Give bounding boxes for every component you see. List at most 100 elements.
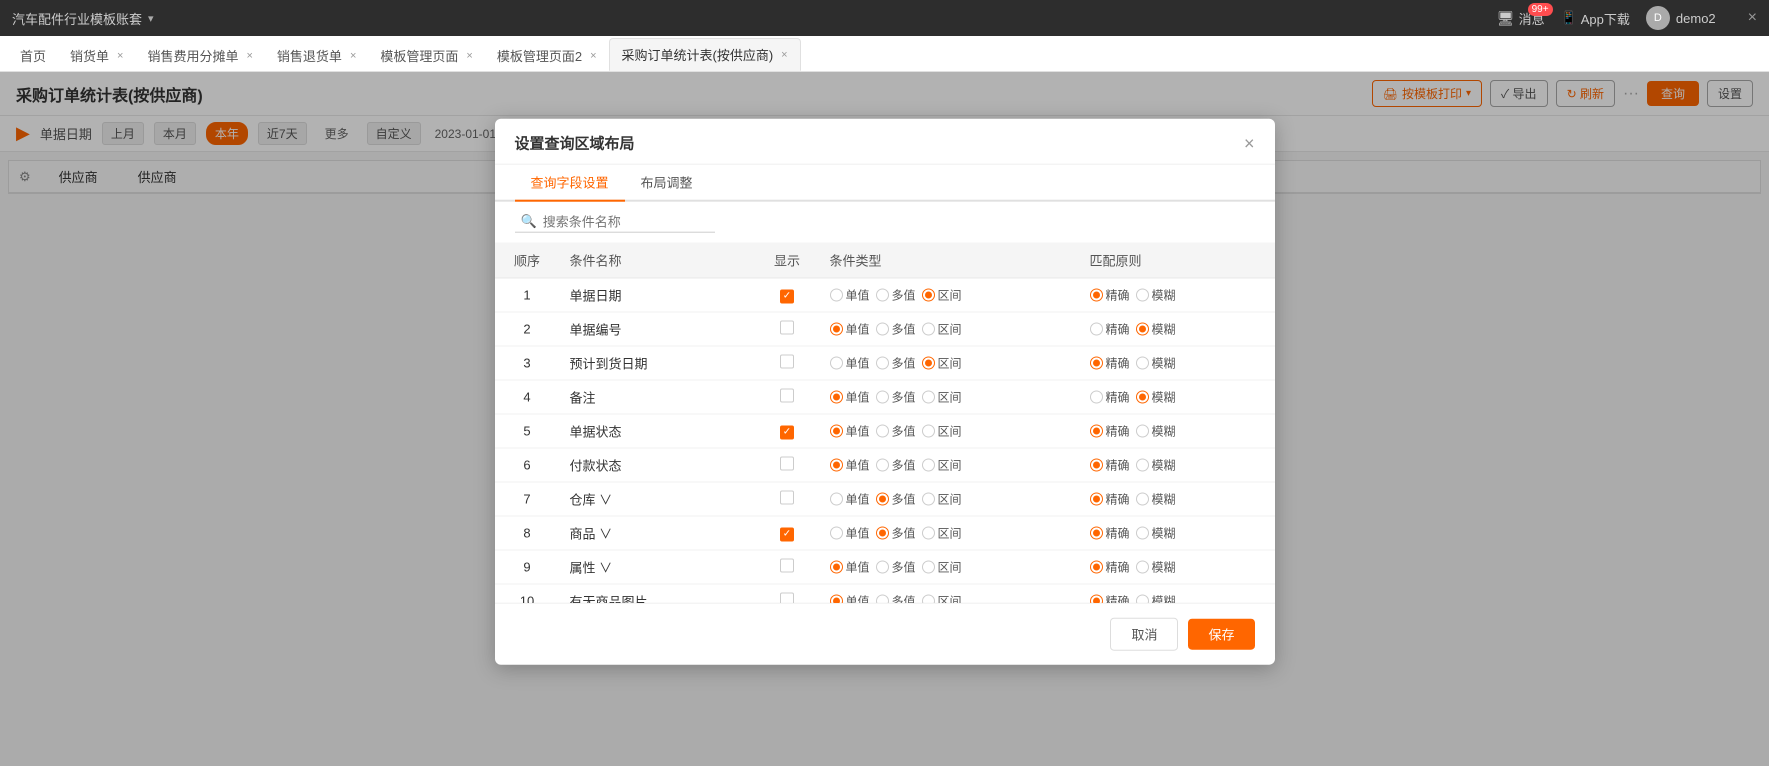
type-radio-item[interactable]: 多值 xyxy=(876,491,916,508)
row-display-cell[interactable] xyxy=(755,516,820,550)
match-radio-item[interactable]: 精确 xyxy=(1090,321,1130,338)
dialog-tab-query-fields[interactable]: 查询字段设置 xyxy=(515,165,625,202)
notification-btn[interactable]: 🖥 消息 99+ xyxy=(1497,9,1545,28)
display-checkbox[interactable] xyxy=(780,355,794,369)
tab-sales-expense-label: 销售费用分摊单 xyxy=(147,46,238,65)
display-checkbox[interactable] xyxy=(780,389,794,403)
row-display-cell[interactable] xyxy=(755,448,820,482)
type-radio-item[interactable]: 单值 xyxy=(830,423,870,440)
match-radio-item[interactable]: 模糊 xyxy=(1136,321,1176,338)
match-radio-item[interactable]: 模糊 xyxy=(1136,423,1176,440)
type-radio-item[interactable]: 区间 xyxy=(922,457,962,474)
tab-sales-return-close[interactable]: × xyxy=(350,50,356,62)
display-checkbox[interactable] xyxy=(780,426,794,440)
cancel-button[interactable]: 取消 xyxy=(1110,618,1178,651)
match-radio-item[interactable]: 精确 xyxy=(1090,423,1130,440)
match-radio-item[interactable]: 模糊 xyxy=(1136,491,1176,508)
match-radio-item[interactable]: 模糊 xyxy=(1136,593,1176,603)
type-radio-item[interactable]: 区间 xyxy=(922,321,962,338)
type-radio-item[interactable]: 区间 xyxy=(922,389,962,406)
type-radio-item[interactable]: 单值 xyxy=(830,287,870,304)
tab-sales-order-close[interactable]: × xyxy=(117,50,123,62)
type-radio-item[interactable]: 区间 xyxy=(922,491,962,508)
dialog-close-btn[interactable]: × xyxy=(1244,134,1255,152)
match-radio-item[interactable]: 精确 xyxy=(1090,491,1130,508)
dropdown-icon[interactable]: ▾ xyxy=(148,12,154,25)
save-button[interactable]: 保存 xyxy=(1188,619,1254,650)
match-radio-item[interactable]: 精确 xyxy=(1090,593,1130,603)
tab-tab5-close[interactable]: × xyxy=(590,50,596,62)
match-radio-item[interactable]: 精确 xyxy=(1090,457,1130,474)
match-radio-item[interactable]: 精确 xyxy=(1090,389,1130,406)
type-radio-item[interactable]: 单值 xyxy=(830,457,870,474)
type-radio-item[interactable]: 多值 xyxy=(876,321,916,338)
type-radio-item[interactable]: 单值 xyxy=(830,321,870,338)
type-radio-item[interactable]: 多值 xyxy=(876,389,916,406)
type-radio-item[interactable]: 单值 xyxy=(830,491,870,508)
display-checkbox[interactable] xyxy=(780,321,794,335)
match-radio-item[interactable]: 精确 xyxy=(1090,287,1130,304)
tab-purchase-order-close[interactable]: × xyxy=(781,49,787,61)
type-radio-item[interactable]: 多值 xyxy=(876,525,916,542)
row-display-cell[interactable] xyxy=(755,414,820,448)
type-radio-item[interactable]: 单值 xyxy=(830,593,870,603)
type-radio-item[interactable]: 区间 xyxy=(922,423,962,440)
row-display-cell[interactable] xyxy=(755,550,820,584)
type-radio-item[interactable]: 多值 xyxy=(876,457,916,474)
tab-purchase-order[interactable]: 采购订单统计表(按供应商) × xyxy=(609,38,801,71)
tab-tab4[interactable]: 模板管理页面 × xyxy=(368,40,484,71)
row-display-cell[interactable] xyxy=(755,346,820,380)
tab-sales-expense-close[interactable]: × xyxy=(246,50,252,62)
dialog-tab-layout[interactable]: 布局调整 xyxy=(625,165,709,202)
tab-sales-order[interactable]: 销货单 × xyxy=(58,40,135,71)
match-radio-item[interactable]: 模糊 xyxy=(1136,355,1176,372)
tab-sales-return[interactable]: 销售退货单 × xyxy=(265,40,368,71)
tab-home[interactable]: 首页 xyxy=(8,40,58,71)
type-radio-item[interactable]: 单值 xyxy=(830,525,870,542)
row-display-cell[interactable] xyxy=(755,584,820,603)
display-checkbox[interactable] xyxy=(780,559,794,573)
row-type-cell: 单值多值区间 xyxy=(820,278,1080,312)
type-radio-item[interactable]: 区间 xyxy=(922,525,962,542)
match-radio-item[interactable]: 模糊 xyxy=(1136,559,1176,576)
display-checkbox[interactable] xyxy=(780,290,794,304)
user-profile[interactable]: D demo2 xyxy=(1646,6,1716,30)
type-radio-item[interactable]: 多值 xyxy=(876,559,916,576)
type-radio-item[interactable]: 多值 xyxy=(876,593,916,603)
type-radio-item[interactable]: 单值 xyxy=(830,559,870,576)
search-input[interactable] xyxy=(543,214,703,229)
type-radio-item[interactable]: 多值 xyxy=(876,423,916,440)
display-checkbox[interactable] xyxy=(780,528,794,542)
type-radio-item[interactable]: 区间 xyxy=(922,355,962,372)
app-download-btn[interactable]: 📱 App下载 xyxy=(1561,9,1630,28)
row-display-cell[interactable] xyxy=(755,380,820,414)
display-checkbox[interactable] xyxy=(780,457,794,471)
display-checkbox[interactable] xyxy=(780,593,794,603)
match-radio-item[interactable]: 模糊 xyxy=(1136,287,1176,304)
row-display-cell[interactable] xyxy=(755,312,820,346)
radio-circle xyxy=(830,561,843,574)
tab-tab4-close[interactable]: × xyxy=(466,50,472,62)
type-radio-item[interactable]: 区间 xyxy=(922,559,962,576)
type-radio-item[interactable]: 多值 xyxy=(876,287,916,304)
message-icon: 🖥 xyxy=(1497,10,1515,27)
match-radio-item[interactable]: 模糊 xyxy=(1136,457,1176,474)
type-radio-item[interactable]: 单值 xyxy=(830,355,870,372)
radio-label: 模糊 xyxy=(1152,559,1176,576)
type-radio-item[interactable]: 区间 xyxy=(922,593,962,603)
display-checkbox[interactable] xyxy=(780,491,794,505)
match-radio-item[interactable]: 精确 xyxy=(1090,559,1130,576)
topbar-close-btn[interactable]: × xyxy=(1748,9,1757,27)
type-radio-item[interactable]: 多值 xyxy=(876,355,916,372)
row-display-cell[interactable] xyxy=(755,278,820,312)
type-radio-item[interactable]: 区间 xyxy=(922,287,962,304)
row-name: 属性 ∨ xyxy=(560,550,755,584)
match-radio-item[interactable]: 精确 xyxy=(1090,525,1130,542)
match-radio-item[interactable]: 模糊 xyxy=(1136,389,1176,406)
tab-sales-expense[interactable]: 销售费用分摊单 × xyxy=(135,40,264,71)
type-radio-item[interactable]: 单值 xyxy=(830,389,870,406)
row-display-cell[interactable] xyxy=(755,482,820,516)
match-radio-item[interactable]: 精确 xyxy=(1090,355,1130,372)
tab-tab5[interactable]: 模板管理页面2 × xyxy=(485,40,609,71)
match-radio-item[interactable]: 模糊 xyxy=(1136,525,1176,542)
